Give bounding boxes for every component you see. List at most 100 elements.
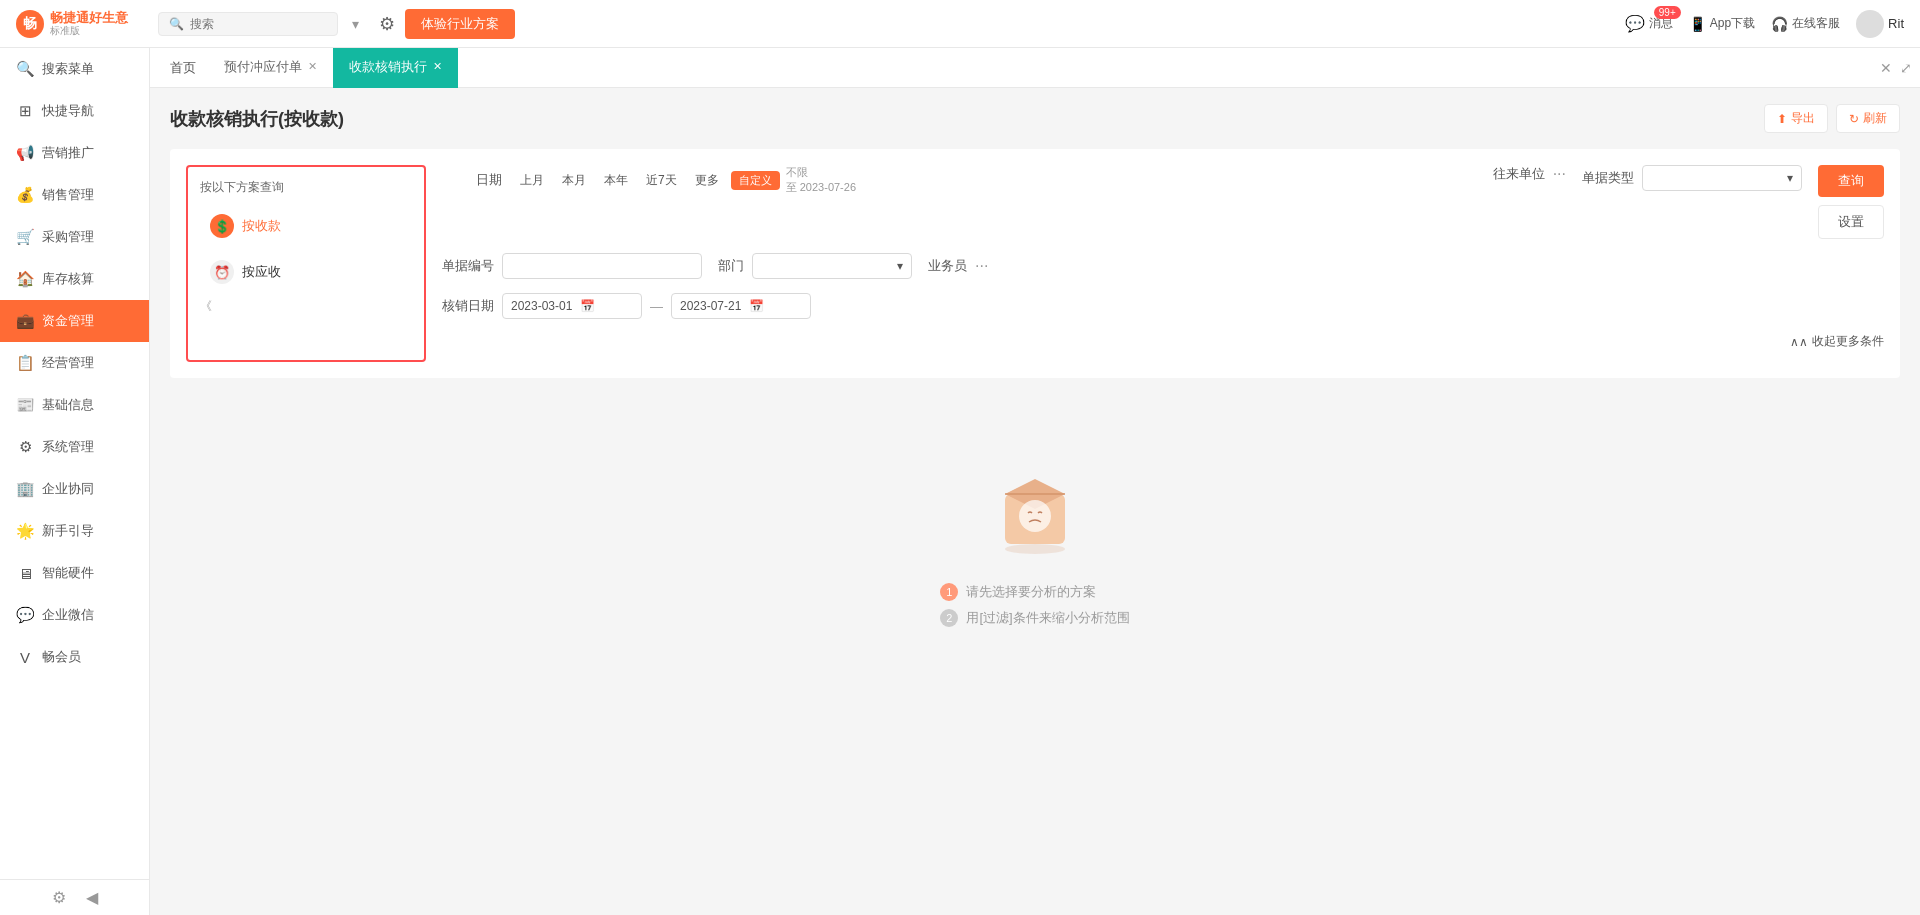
user-profile[interactable]: Rit [1856,10,1904,38]
refresh-btn[interactable]: ↻ 刷新 [1836,104,1900,133]
tab-prepay-offset[interactable]: 预付冲应付单 ✕ [208,48,333,88]
sidebar-item-purchase[interactable]: 🛒 采购管理 [0,216,149,258]
page-title: 收款核销执行(按收款) [170,107,344,131]
guide-icon: 🌟 [16,522,34,540]
tab-bar-right: ✕ ⤢ [1880,60,1912,76]
top-gear-icon[interactable]: ⚙ [379,13,395,35]
sidebar-item-operations[interactable]: 📋 经营管理 [0,342,149,384]
date-group: 上月 本月 本年 近7天 更多 自定义 不限 至 2023-07-26 [514,165,856,196]
inventory-icon: 🏠 [16,270,34,288]
counterpart-label: 往来单位 [1493,165,1545,183]
tab-close-all-icon[interactable]: ✕ [1880,60,1892,76]
sidebar-item-enterprise-coop[interactable]: 🏢企业协同 [0,468,149,510]
sidebar-label-search-menu: 搜索菜单 [42,60,94,78]
sidebar-item-member[interactable]: V 畅会员 [0,636,149,678]
date-btn-more[interactable]: 更多 [689,170,725,191]
smart-hw-icon: 🖥 [16,565,34,582]
page-title-row: 收款核销执行(按收款) ⬆ 导出 ↻ 刷新 [170,104,1900,133]
online-service-btn[interactable]: 🎧 在线客服 [1771,15,1840,32]
date-btn-this-month[interactable]: 本月 [556,170,592,191]
member-icon: V [16,649,34,666]
filter-option-receivable[interactable]: ⏰ 按应收 [200,252,412,292]
filter-right: 日期 上月 本月 本年 近7天 更多 自定义 不限 [442,165,1884,362]
date-btn-7days[interactable]: 近7天 [640,170,683,191]
sidebar-label-basic-info: 基础信息 [42,396,94,414]
docno-input[interactable] [502,253,702,279]
purchase-icon: 🛒 [16,228,34,246]
sidebar-item-smart-hw[interactable]: 🖥 智能硬件 [0,552,149,594]
sidebar-item-system[interactable]: ⚙系统管理 [0,426,149,468]
verify-start-value: 2023-03-01 [511,299,572,313]
message-btn[interactable]: 💬 消息 99+ [1625,14,1673,33]
empty-step-2: 2 用[过滤]条件来缩小分析范围 [940,609,1129,627]
top-bar: 畅 畅捷通好生意 标准版 🔍 ▾ ⚙ 体验行业方案 💬 消息 99+ 📱 App… [0,0,1920,48]
empty-state: 1 请先选择要分析的方案 2 用[过滤]条件来缩小分析范围 [170,394,1900,695]
collapse-more-btn[interactable]: ∧∧ 收起更多条件 [1790,333,1884,350]
filter-collapse-btn[interactable]: 《 [200,298,412,315]
counterpart-dots[interactable]: ··· [1553,165,1566,183]
sidebar-item-inventory[interactable]: 🏠库存核算 [0,258,149,300]
date-no-limit: 不限 [786,165,856,180]
search-menu-icon: 🔍 [16,60,34,78]
sidebar-item-marketing[interactable]: 📢营销推广 [0,132,149,174]
staff-dots[interactable]: ··· [975,257,988,275]
sidebar-item-quick-nav[interactable]: ⊞快捷导航 [0,90,149,132]
basic-info-icon: 📰 [16,396,34,414]
sidebar-label-purchase: 采购管理 [42,228,94,246]
collection-icon: 💲 [210,214,234,238]
sidebar-item-sales[interactable]: 💰销售管理 [0,174,149,216]
step-2-text: 用[过滤]条件来缩小分析范围 [966,609,1129,627]
app-version: 标准版 [50,25,128,37]
sidebar-item-guide[interactable]: 🌟 新手引导 [0,510,149,552]
export-btn[interactable]: ⬆ 导出 [1764,104,1828,133]
verify-date-end[interactable]: 2023-07-21 📅 [671,293,811,319]
filter-option-collection[interactable]: 💲 按收款 [200,206,412,246]
main-layout: 🔍 搜索菜单 ⊞快捷导航📢营销推广💰销售管理 🛒 采购管理 🏠库存核算💼资金管理 📋 经营管理… [0,48,1920,915]
sidebar-item-basic-info[interactable]: 📰 基础信息 [0,384,149,426]
setting-btn[interactable]: 设置 [1818,205,1884,239]
quick-nav-icon: ⊞ [16,102,34,120]
top-search-input[interactable] [190,17,327,31]
service-icon: 🎧 [1771,16,1788,32]
docno-label: 单据编号 [442,257,494,275]
verify-start-cal-icon[interactable]: 📅 [580,299,595,313]
sidebar-label-marketing: 营销推广 [42,144,94,162]
tab-home[interactable]: 首页 [158,48,208,88]
verify-end-cal-icon[interactable]: 📅 [749,299,764,313]
filter-left-title: 按以下方案查询 [200,179,412,196]
app-download-btn[interactable]: 📱 App下载 [1689,15,1755,32]
step-1-text: 请先选择要分析的方案 [966,583,1096,601]
date-btn-last-month[interactable]: 上月 [514,170,550,191]
sidebar-item-wechat[interactable]: 💬企业微信 [0,594,149,636]
date-btn-this-year[interactable]: 本年 [598,170,634,191]
tab-collection-offset[interactable]: 收款核销执行 ✕ [333,48,458,88]
sidebar-label-member: 畅会员 [42,648,81,666]
sidebar-label-operations: 经营管理 [42,354,94,372]
tab-collection-label: 收款核销执行 [349,58,427,76]
sidebar-label-guide: 新手引导 [42,522,94,540]
dept-select[interactable]: ▾ [752,253,912,279]
date-separator: — [650,299,663,314]
dept-chevron: ▾ [897,259,903,273]
sidebar-label-smart-hw: 智能硬件 [42,564,94,582]
verify-date-start[interactable]: 2023-03-01 📅 [502,293,642,319]
date-btn-custom[interactable]: 自定义 [731,171,780,190]
doctype-select[interactable]: ▾ [1642,165,1802,191]
refresh-icon: ↻ [1849,112,1859,126]
settings-icon[interactable]: ⚙ [52,888,66,907]
collapse-more-row: ∧∧ 收起更多条件 [442,333,1884,350]
top-bar-right: 💬 消息 99+ 📱 App下载 🎧 在线客服 Rit [1625,10,1904,38]
tab-prepay-close[interactable]: ✕ [308,60,317,73]
solution-btn[interactable]: 体验行业方案 [405,9,515,39]
sidebar-item-search-menu[interactable]: 🔍 搜索菜单 [0,48,149,90]
tab-collection-close[interactable]: ✕ [433,60,442,73]
operations-icon: 📋 [16,354,34,372]
empty-svg [975,454,1095,564]
tab-expand-icon[interactable]: ⤢ [1900,60,1912,76]
collapse-sidebar-icon[interactable]: ◀ [86,888,98,907]
system-icon: ⚙ [16,438,34,456]
app-name: 畅捷通好生意 [50,10,128,26]
top-dropdown-icon[interactable]: ▾ [352,16,359,32]
query-btn[interactable]: 查询 [1818,165,1884,197]
sidebar-item-finance[interactable]: 💼资金管理 [0,300,149,342]
